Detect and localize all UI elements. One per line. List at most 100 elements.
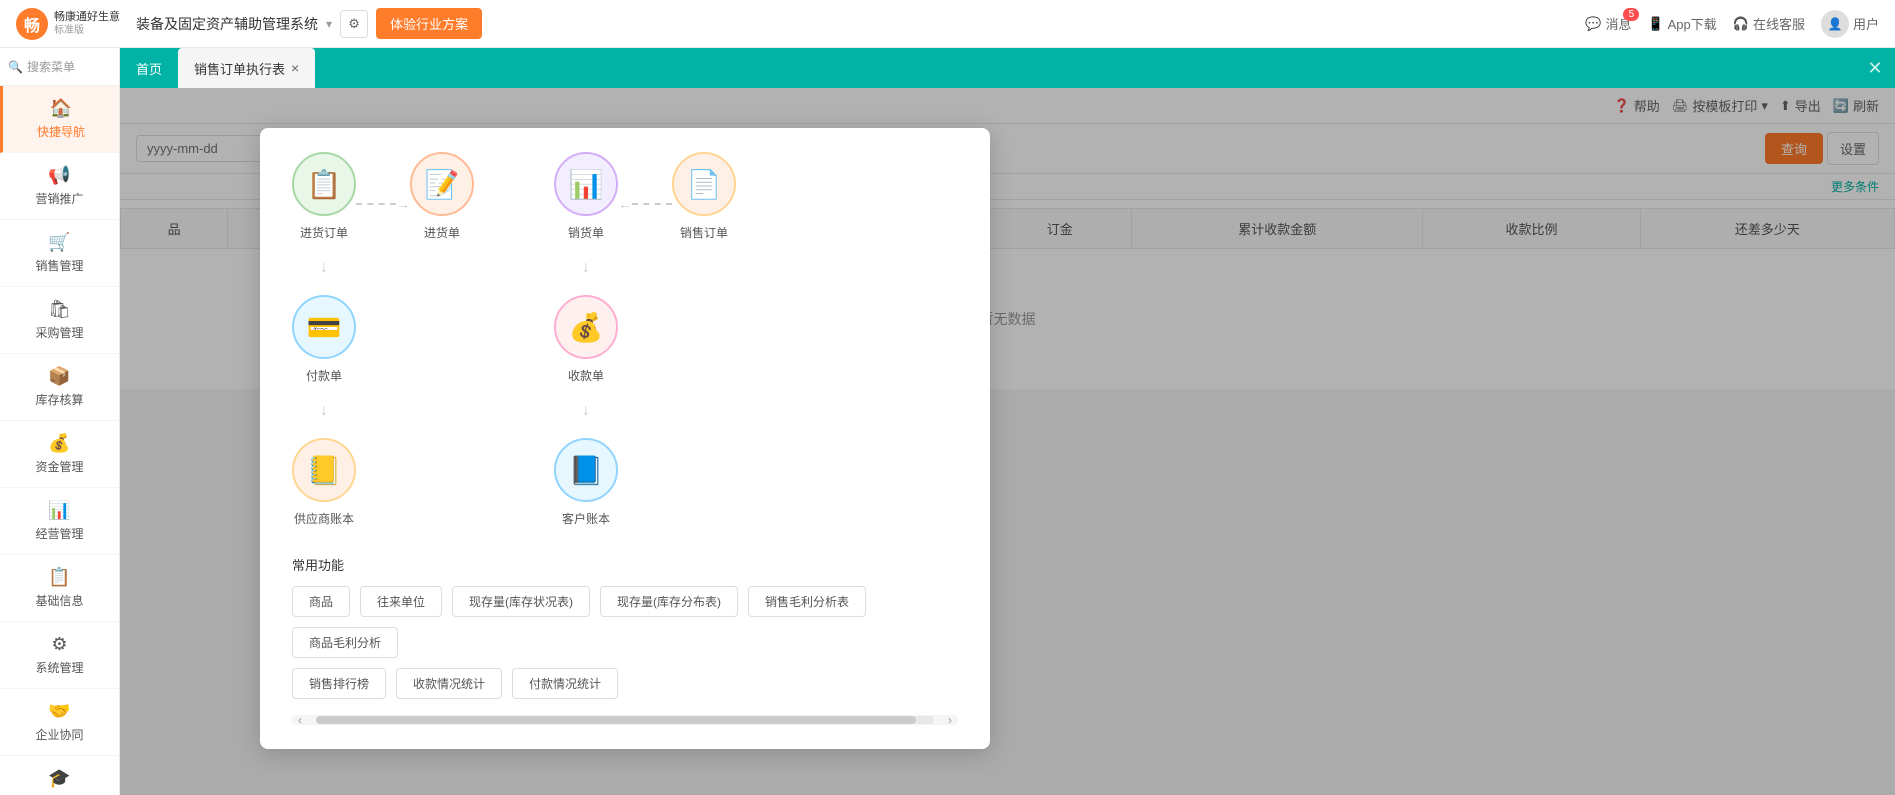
func-btn-stock-status[interactable]: 现存量(库存状况表) [452, 586, 590, 617]
customer-ledger-icon: 📘 [554, 438, 618, 502]
logo-area: 畅 畅康通好生意 标准版 [16, 8, 136, 40]
modal-scrollbar: ‹ › [292, 715, 958, 725]
enterprise-icon: 🤝 [48, 701, 70, 722]
sales-bill-icon: 📊 [554, 152, 618, 216]
sales-order-icon: 📄 [672, 152, 736, 216]
avatar: 👤 [1821, 10, 1849, 38]
h-connector-2: ← [618, 152, 672, 236]
payment-icon: 💳 [292, 295, 356, 359]
sales-icon: 🛒 [48, 232, 70, 253]
flow-node-customer-ledger[interactable]: 📘 客户账本 [554, 438, 618, 527]
sidebar-item-guide[interactable]: 🎓 新手引导 [0, 756, 119, 795]
marketing-icon: 📢 [48, 165, 70, 186]
flow-node-supplier-ledger[interactable]: 📒 供应商账本 [292, 438, 356, 527]
func-btn-payment-stats[interactable]: 付款情况统计 [512, 668, 618, 699]
message-icon: 💬 [1585, 16, 1601, 32]
header-right: 💬 消息 5 📱 App下载 🎧 在线客服 👤 用户 [1585, 10, 1879, 38]
headset-icon: 🎧 [1733, 16, 1749, 32]
header-middle: 装备及固定资产辅助管理系统 ▾ ⚙ 体验行业方案 [136, 8, 1585, 39]
purchase-icon: 🛍 [48, 299, 71, 320]
flow-node-sales-order[interactable]: 📄 销售订单 [672, 152, 736, 241]
flow-node-purchase-order[interactable]: 📋 进货订单 [292, 152, 356, 241]
top-header: 畅 畅康通好生意 标准版 装备及固定资产辅助管理系统 ▾ ⚙ 体验行业方案 💬 … [0, 0, 1895, 48]
finance-icon: 💰 [48, 433, 70, 454]
modal-box: 📋 进货订单 ↓ 💳 付款单 ↓ [260, 128, 990, 749]
message-badge: 5 [1623, 8, 1639, 21]
purchase-bill-icon: 📝 [410, 152, 474, 216]
func-btn-product[interactable]: 商品 [292, 586, 350, 617]
flow-col-right: 📄 销售订单 [672, 152, 736, 241]
search-menu-button[interactable]: 🔍 搜索菜单 [8, 58, 111, 75]
supplier-ledger-icon: 📒 [292, 438, 356, 502]
flow-node-sales-bill[interactable]: 📊 销货单 [554, 152, 618, 241]
main-layout: 🔍 搜索菜单 🏠 快捷导航 📢 营销推广 🛒 销售管理 🛍 采购管理 📦 库存核… [0, 48, 1895, 795]
receipt-icon: 💰 [554, 295, 618, 359]
sidebar-item-basic-info[interactable]: 📋 基础信息 [0, 555, 119, 622]
arrow-down-1: ↓ [320, 259, 328, 277]
operations-icon: 📊 [48, 500, 70, 521]
flow-node-receipt[interactable]: 💰 收款单 [554, 295, 618, 384]
h-connector-1: → [356, 152, 410, 236]
purchase-order-icon: 📋 [292, 152, 356, 216]
system-name: 装备及固定资产辅助管理系统 [136, 14, 318, 34]
app-download-button[interactable]: 📱 App下载 [1647, 14, 1716, 33]
inventory-icon: 📦 [48, 366, 70, 387]
dropdown-arrow-icon[interactable]: ▾ [326, 17, 332, 31]
search-icon: 🔍 [8, 60, 23, 74]
guide-icon: 🎓 [48, 768, 70, 789]
flow-diagram: 📋 进货订单 ↓ 💳 付款单 ↓ [292, 152, 958, 527]
sidebar-item-finance[interactable]: 💰 资金管理 [0, 421, 119, 488]
sidebar-item-system[interactable]: ⚙ 系统管理 [0, 622, 119, 689]
func-btn-partner[interactable]: 往来单位 [360, 586, 442, 617]
func-row-2: 销售排行榜 收款情况统计 付款情况统计 [292, 668, 958, 699]
scroll-right-arrow[interactable]: › [942, 713, 958, 727]
phone-icon: 📱 [1647, 16, 1663, 32]
func-btn-stock-dist[interactable]: 现存量(库存分布表) [600, 586, 738, 617]
arrow-down-3: ↓ [582, 259, 590, 277]
arrow-down-4: ↓ [582, 402, 590, 420]
sidebar-item-enterprise[interactable]: 🤝 企业协同 [0, 689, 119, 756]
arrow-down-2: ↓ [320, 402, 328, 420]
func-btn-sales-rank[interactable]: 销售排行榜 [292, 668, 386, 699]
settings-button[interactable]: ⚙ [340, 10, 368, 38]
tab-sales-order[interactable]: 销售订单执行表 × [178, 48, 315, 88]
sidebar-search[interactable]: 🔍 搜索菜单 [0, 48, 119, 86]
online-service-button[interactable]: 🎧 在线客服 [1733, 14, 1805, 33]
func-btn-receipt-stats[interactable]: 收款情况统计 [396, 668, 502, 699]
scroll-thumb[interactable] [316, 716, 916, 724]
basic-info-icon: 📋 [48, 567, 70, 588]
sidebar: 🔍 搜索菜单 🏠 快捷导航 📢 营销推广 🛒 销售管理 🛍 采购管理 📦 库存核… [0, 48, 120, 795]
sidebar-item-marketing[interactable]: 📢 营销推广 [0, 153, 119, 220]
common-funcs-title: 常用功能 [292, 555, 958, 574]
sidebar-item-quick-nav[interactable]: 🏠 快捷导航 [0, 86, 119, 153]
scroll-left-arrow[interactable]: ‹ [292, 713, 308, 727]
tab-bar-close-button[interactable]: ✕ [1855, 48, 1895, 88]
func-btn-product-profit[interactable]: 商品毛利分析 [292, 627, 398, 658]
func-row-1: 商品 往来单位 现存量(库存状况表) 现存量(库存分布表) 销售毛利分析表 商品… [292, 586, 958, 658]
func-btn-sales-profit[interactable]: 销售毛利分析表 [748, 586, 866, 617]
sidebar-item-inventory[interactable]: 📦 库存核算 [0, 354, 119, 421]
logo-text: 畅康通好生意 标准版 [54, 10, 120, 37]
user-menu-button[interactable]: 👤 用户 [1821, 10, 1879, 38]
content-area: 首页 销售订单执行表 × ✕ ❓ 帮助 🖨 按模板打印 ▾ [120, 48, 1895, 795]
flow-col-left: 📋 进货订单 ↓ 💳 付款单 ↓ [292, 152, 356, 527]
logo-icon: 畅 [16, 8, 48, 40]
flow-node-purchase-bill[interactable]: 📝 进货单 [410, 152, 474, 241]
tab-home[interactable]: 首页 [120, 48, 178, 88]
flow-col-mid-left: 📝 进货单 [410, 152, 474, 241]
system-icon: ⚙ [51, 634, 67, 655]
scroll-track [316, 716, 934, 724]
sidebar-item-operations[interactable]: 📊 经营管理 [0, 488, 119, 555]
tab-close-icon[interactable]: × [291, 60, 299, 76]
tab-bar: 首页 销售订单执行表 × ✕ [120, 48, 1895, 88]
sidebar-item-sales[interactable]: 🛒 销售管理 [0, 220, 119, 287]
try-industry-button[interactable]: 体验行业方案 [376, 8, 482, 39]
common-functions: 常用功能 商品 往来单位 现存量(库存状况表) 现存量(库存分布表) 销售毛利分… [292, 555, 958, 699]
sidebar-item-purchase[interactable]: 🛍 采购管理 [0, 287, 119, 354]
page-content: ❓ 帮助 🖨 按模板打印 ▾ ⬆ 导出 🔄 刷新 [120, 88, 1895, 795]
home-icon: 🏠 [50, 98, 72, 119]
flow-col-mid-right: 📊 销货单 ↓ 💰 收款单 ↓ [554, 152, 618, 527]
modal-overlay: 📋 进货订单 ↓ 💳 付款单 ↓ [120, 88, 1895, 795]
message-button[interactable]: 💬 消息 5 [1585, 14, 1631, 33]
flow-node-payment[interactable]: 💳 付款单 [292, 295, 356, 384]
